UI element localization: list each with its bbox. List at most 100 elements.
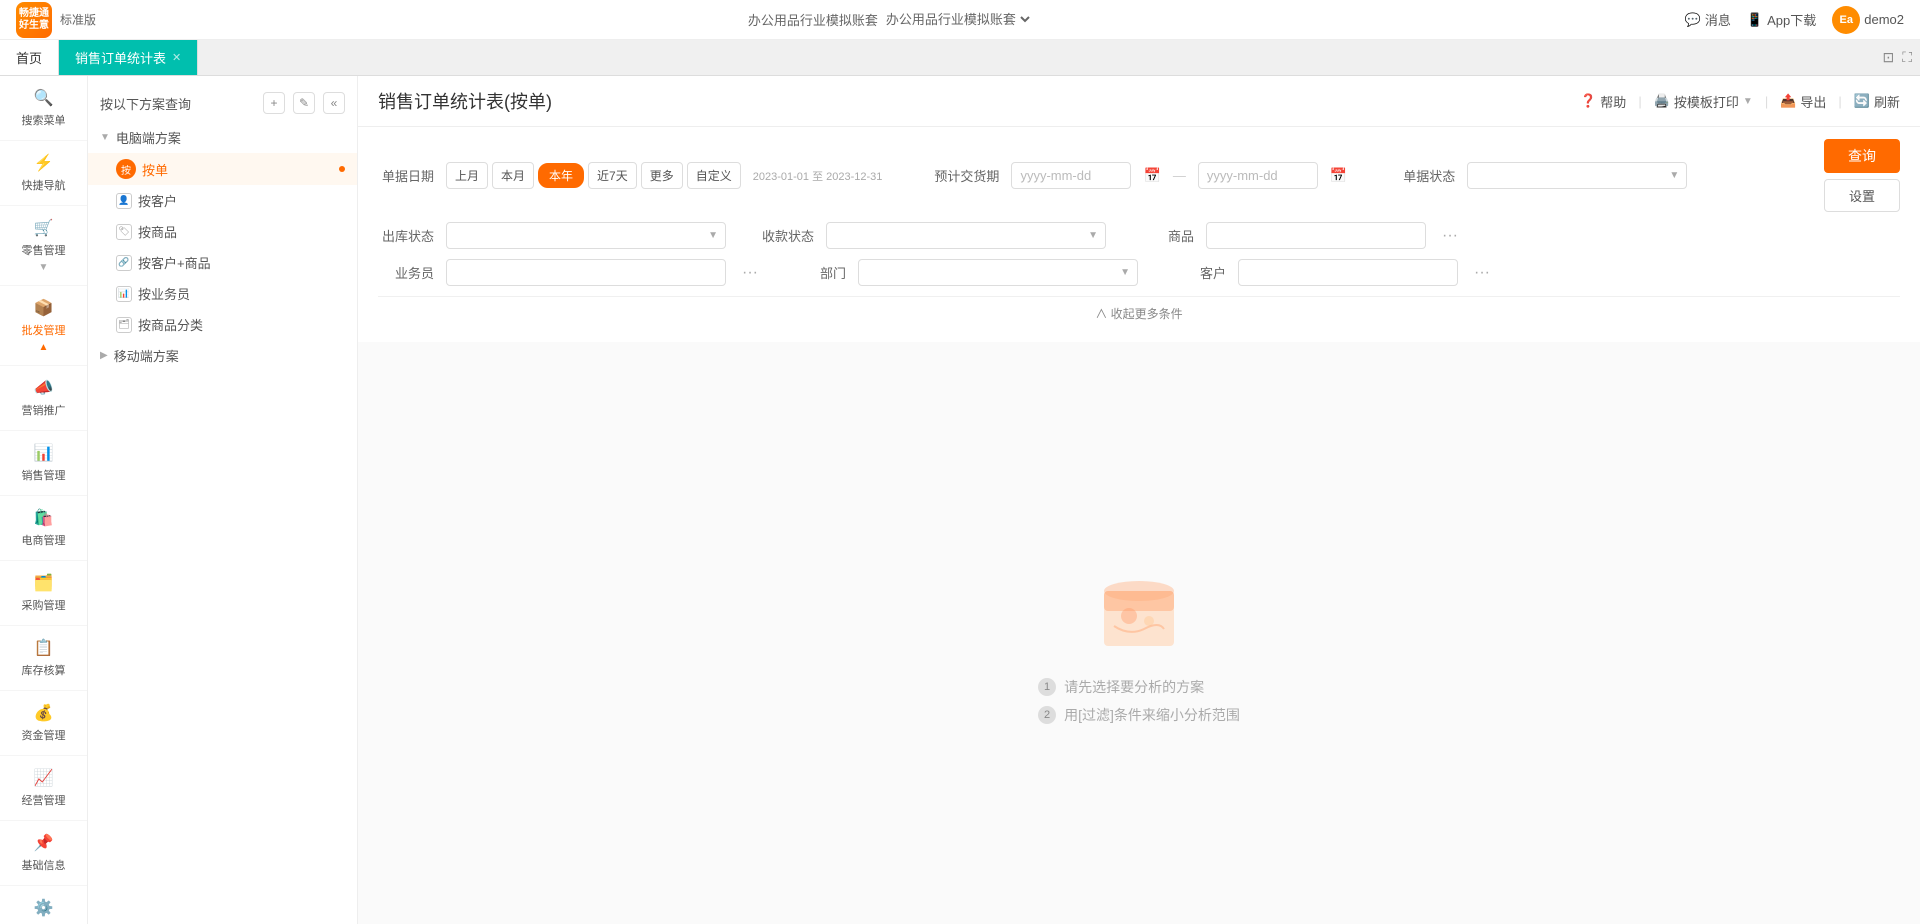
collapse-panel-btn[interactable]: «	[323, 92, 345, 114]
tab-close-icon[interactable]: ✕	[172, 51, 181, 64]
filter-area: 单据日期 上月 本月 本年 近7天 更多 自定义 2023-01-01 至 20…	[358, 127, 1920, 342]
retail-arrow: ▼	[39, 262, 49, 273]
user-menu[interactable]: Ea demo2	[1832, 6, 1904, 34]
sidebar-item-marketing[interactable]: 📣 营销推广	[0, 366, 87, 431]
breadcrumb-select[interactable]: 办公用品行业模拟账套	[882, 11, 1033, 28]
page-title-row: 销售订单统计表(按单) ❓ 帮助 | 🖨️ 按模板打印 ▼ |	[378, 88, 1900, 114]
search-icon: 🔍	[34, 88, 54, 108]
salesperson-input[interactable]	[446, 259, 726, 286]
sidebar-item-operation[interactable]: 📈 经营管理	[0, 756, 87, 821]
print-icon: 🖨️	[1654, 93, 1670, 109]
sidebar-item-sales[interactable]: 📊 销售管理	[0, 431, 87, 496]
tree-item-by-category[interactable]: 🗂 按商品分类	[88, 309, 357, 340]
help-label: 帮助	[1600, 92, 1626, 111]
dept-select[interactable]	[858, 259, 1138, 286]
date-btn-last-month[interactable]: 上月	[446, 162, 488, 189]
empty-hints: 1 请先选择要分析的方案 2 用[过滤]条件来缩小分析范围	[1038, 677, 1240, 725]
print-btn[interactable]: 🖨️ 按模板打印 ▼	[1654, 92, 1753, 111]
tree-item-by-order[interactable]: 按 按单	[88, 153, 357, 185]
left-panel: 按以下方案查询 + ✎ « ▼ 电脑端方案	[88, 76, 358, 924]
collapse-bar[interactable]: ∧ 收起更多条件	[378, 296, 1900, 330]
date-btn-more[interactable]: 更多	[641, 162, 683, 189]
date-btn-this-month[interactable]: 本月	[492, 162, 534, 189]
calendar-icon-end[interactable]: 📅	[1330, 167, 1347, 184]
out-status-select[interactable]	[446, 222, 726, 249]
customer-dots[interactable]: ···	[1474, 264, 1490, 282]
message-btn[interactable]: 💬 消息	[1685, 10, 1731, 29]
sidebar-item-ecommerce[interactable]: 🛍️ 电商管理	[0, 496, 87, 561]
receipt-status-select[interactable]	[826, 222, 1106, 249]
customer-label: 客户	[1170, 263, 1226, 282]
edit-scheme-btn[interactable]: ✎	[293, 92, 315, 114]
ecommerce-icon: 🛍️	[34, 508, 54, 528]
sidebar-item-wholesale-label: 批发管理	[22, 322, 66, 338]
settings-button[interactable]: 设置	[1824, 179, 1900, 212]
page-title: 销售订单统计表(按单)	[378, 88, 552, 114]
collapse-icon: «	[331, 96, 338, 110]
sidebar-item-purchase-label: 采购管理	[22, 597, 66, 613]
calendar-icon-start[interactable]: 📅	[1143, 167, 1160, 184]
breadcrumb-text: 办公用品行业模拟账套	[748, 10, 878, 29]
sidebar-item-retail[interactable]: 🛒 零售管理 ▼	[0, 206, 87, 286]
add-scheme-btn[interactable]: +	[263, 92, 285, 114]
sidebar-item-ecommerce-label: 电商管理	[22, 532, 66, 548]
product-input[interactable]	[1206, 222, 1426, 249]
tree-group-pc: ▼ 电脑端方案	[88, 122, 357, 153]
help-btn[interactable]: ❓ 帮助	[1580, 92, 1626, 111]
empty-hint-1: 1 请先选择要分析的方案	[1038, 677, 1240, 697]
sidebar-item-inventory-label: 库存核算	[22, 662, 66, 678]
dept-label: 部门	[790, 263, 846, 282]
tab-sales-stat[interactable]: 销售订单统计表 ✕	[59, 40, 198, 75]
date-buttons: 上月 本月 本年 近7天 更多 自定义	[446, 162, 741, 189]
sidebar-item-wholesale[interactable]: 📦 批发管理 ▲	[0, 286, 87, 366]
inventory-icon: 📋	[34, 638, 54, 658]
sidebar-item-inventory[interactable]: 📋 库存核算	[0, 626, 87, 691]
sidebar-search-label: 搜索菜单	[22, 112, 66, 128]
sidebar-item-purchase[interactable]: 🗂️ 采购管理	[0, 561, 87, 626]
tab-fullscreen-icon[interactable]: ⛶	[1902, 49, 1912, 66]
topbar-left: 畅捷通好生意 标准版	[16, 2, 96, 38]
topbar: 畅捷通好生意 标准版 办公用品行业模拟账套 办公用品行业模拟账套 💬 消息 📱 …	[0, 0, 1920, 40]
tree-item-by-cust-prod[interactable]: 🔗 按客户+商品	[88, 247, 357, 278]
left-panel-header: 按以下方案查询 + ✎ «	[88, 88, 357, 122]
doc-status-select[interactable]	[1467, 162, 1687, 189]
hint-num-2: 2	[1038, 706, 1056, 724]
message-label: 消息	[1705, 10, 1731, 29]
sidebar-search[interactable]: 🔍 搜索菜单	[0, 76, 87, 141]
refresh-btn[interactable]: 🔄 刷新	[1854, 92, 1900, 111]
salesperson-dots[interactable]: ···	[742, 264, 758, 282]
print-arrow: ▼	[1743, 96, 1753, 107]
tab-restore-icon[interactable]: ⊡	[1882, 49, 1894, 66]
app-download-label: App下载	[1767, 10, 1816, 29]
tree-item-by-product[interactable]: 🏷 按商品	[88, 216, 357, 247]
tab-home[interactable]: 首页	[0, 40, 59, 75]
export-btn[interactable]: 📤 导出	[1780, 92, 1826, 111]
add-icon: +	[270, 96, 277, 110]
product-dots[interactable]: ···	[1442, 227, 1458, 245]
expected-date-end[interactable]	[1198, 162, 1318, 189]
app-download-btn[interactable]: 📱 App下载	[1747, 10, 1816, 29]
date-btn-7days[interactable]: 近7天	[588, 162, 637, 189]
sidebar-quick-nav[interactable]: ⚡ 快捷导航	[0, 141, 87, 206]
print-label: 按模板打印	[1674, 92, 1739, 111]
sidebar-item-basic[interactable]: 📌 基础信息	[0, 821, 87, 886]
page-actions: ❓ 帮助 | 🖨️ 按模板打印 ▼ | 📤 导出	[1580, 92, 1900, 111]
date-btn-this-year[interactable]: 本年	[538, 163, 584, 188]
edit-icon: ✎	[299, 96, 309, 110]
tree-item-by-salesperson[interactable]: 📊 按业务员	[88, 278, 357, 309]
receipt-status-label: 收款状态	[758, 226, 814, 245]
query-button[interactable]: 查询	[1824, 139, 1900, 173]
purchase-icon: 🗂️	[34, 573, 54, 593]
date-btn-custom[interactable]: 自定义	[687, 162, 741, 189]
operation-icon: 📈	[34, 768, 54, 788]
expected-date-start[interactable]	[1011, 162, 1131, 189]
tree-item-by-customer[interactable]: 👤 按客户	[88, 185, 357, 216]
customer-input[interactable]	[1238, 259, 1458, 286]
date-range-text: 2023-01-01 至 2023-12-31	[753, 168, 883, 184]
sidebar-item-finance[interactable]: 💰 资金管理	[0, 691, 87, 756]
sidebar-item-system[interactable]: ⚙️ 系统管理	[0, 886, 87, 924]
out-status-wrapper: ▼	[446, 222, 726, 249]
empty-illustration	[1079, 541, 1199, 661]
message-icon: 💬	[1685, 12, 1701, 28]
date-label: 单据日期	[378, 166, 434, 185]
